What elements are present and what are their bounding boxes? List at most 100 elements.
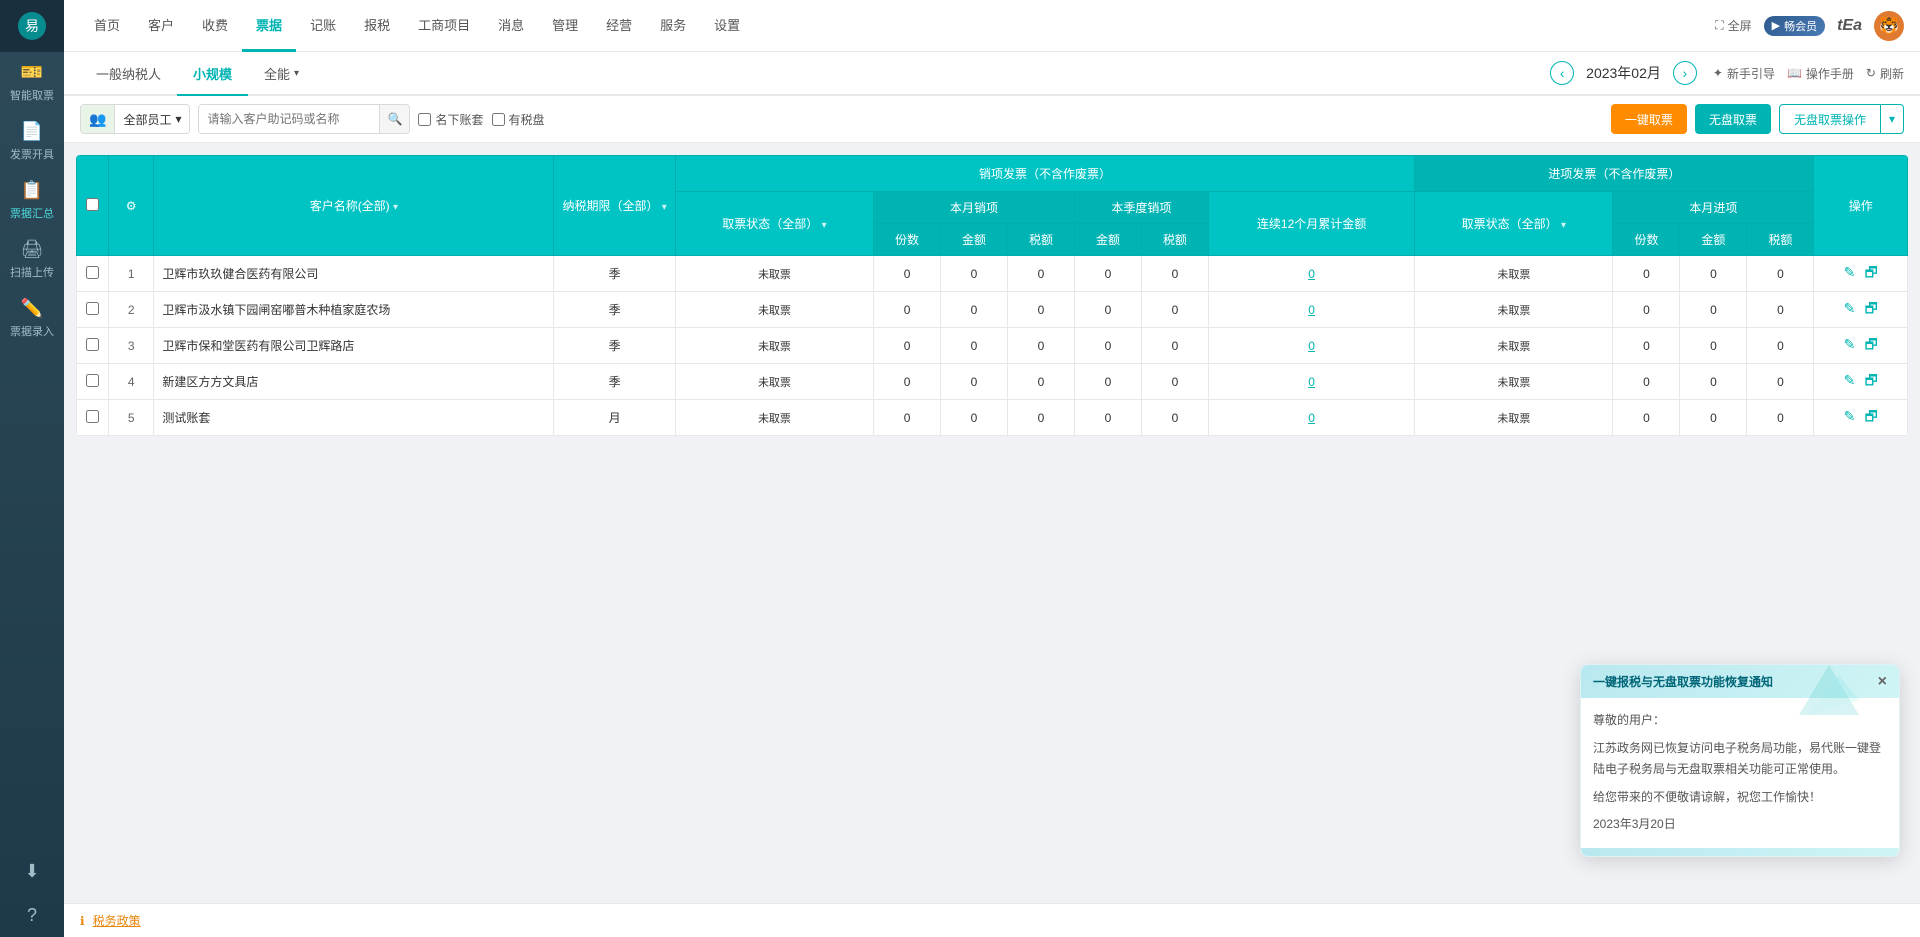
sidebar-item-scan-upload[interactable]: 🖨 扫描上传 bbox=[0, 229, 64, 288]
nav-tax[interactable]: 报税 bbox=[350, 0, 404, 52]
sidebar-item-label: 扫描上传 bbox=[10, 264, 54, 280]
nav-message[interactable]: 消息 bbox=[484, 0, 538, 52]
nav-operation[interactable]: 经营 bbox=[592, 0, 646, 52]
chevron-down-icon: ▾ bbox=[294, 68, 299, 79]
sidebar-download-icon[interactable]: ⬇ bbox=[0, 849, 64, 893]
row-checkbox-cell bbox=[77, 292, 109, 328]
edit-icon[interactable]: ✎ bbox=[1841, 300, 1859, 316]
table-header-settings: ⚙ bbox=[109, 156, 154, 256]
no-disk-operation-dropdown[interactable]: ▾ bbox=[1881, 104, 1904, 134]
nav-customer[interactable]: 客户 bbox=[134, 0, 188, 52]
notification-popup: 一键报税与无盘取票功能恢复通知 × 尊敬的用户： 江苏政务网已恢复访问电子税务局… bbox=[1580, 664, 1900, 857]
under-account-checkbox-input[interactable] bbox=[418, 113, 431, 126]
edit-icon[interactable]: ✎ bbox=[1841, 408, 1859, 424]
row-num: 5 bbox=[109, 400, 154, 436]
filter-icon[interactable]: ▾ bbox=[393, 202, 398, 213]
row-sales-monthly-tax: 0 bbox=[1008, 400, 1075, 436]
vip-badge[interactable]: ▶ 畅会员 bbox=[1764, 16, 1825, 36]
prev-month-button[interactable]: ‹ bbox=[1550, 61, 1574, 85]
filter-icon[interactable]: ▾ bbox=[822, 220, 827, 231]
client-search[interactable]: 🔍 bbox=[198, 104, 410, 134]
sidebar-item-label: 票据汇总 bbox=[10, 205, 54, 221]
row-client-name: 卫辉市保和堂医药有限公司卫辉路店 bbox=[154, 328, 554, 364]
filter-icon[interactable]: ▾ bbox=[662, 202, 667, 213]
tab-small-scale[interactable]: 小规模 bbox=[177, 52, 248, 96]
has-tax-disk-checkbox-input[interactable] bbox=[492, 113, 505, 126]
row-sales-quarterly-amount: 0 bbox=[1074, 400, 1141, 436]
row-checkbox-cell bbox=[77, 400, 109, 436]
view-icon[interactable]: 🗗 bbox=[1862, 264, 1881, 280]
row-checkbox-cell bbox=[77, 364, 109, 400]
view-icon[interactable]: 🗗 bbox=[1862, 408, 1881, 424]
issue-invoice-icon: 📄 bbox=[21, 121, 43, 142]
tab-all[interactable]: 全能 ▾ bbox=[248, 52, 315, 96]
select-all-checkbox[interactable] bbox=[86, 198, 99, 211]
row-sales-12months: 0 bbox=[1208, 292, 1414, 328]
row-checkbox[interactable] bbox=[86, 410, 99, 423]
nav-bookkeeping[interactable]: 记账 bbox=[296, 0, 350, 52]
sidebar-help-icon[interactable]: ? bbox=[0, 893, 64, 937]
table-header-12months: 连续12个月累计金额 bbox=[1208, 192, 1414, 256]
edit-icon[interactable]: ✎ bbox=[1841, 264, 1859, 280]
nav-business[interactable]: 工商项目 bbox=[404, 0, 484, 52]
row-actions: ✎ 🗗 bbox=[1814, 292, 1908, 328]
sidebar-item-issue-invoice[interactable]: 📄 发票开具 bbox=[0, 111, 64, 170]
employee-filter-dropdown[interactable]: 全部员工 ▾ bbox=[115, 105, 189, 133]
search-input[interactable] bbox=[199, 105, 379, 133]
refresh-button[interactable]: ↻ 刷新 bbox=[1866, 65, 1904, 82]
has-tax-disk-checkbox[interactable]: 有税盘 bbox=[492, 111, 545, 128]
tab-general[interactable]: 一般纳税人 bbox=[80, 52, 177, 96]
row-checkbox-cell bbox=[77, 328, 109, 364]
new-guide-button[interactable]: ✦ 新手引导 bbox=[1713, 65, 1775, 82]
sidebar-item-invoice-summary[interactable]: 📋 票据汇总 bbox=[0, 170, 64, 229]
row-purchase-status: 未取票 bbox=[1415, 328, 1613, 364]
edit-icon[interactable]: ✎ bbox=[1841, 336, 1859, 352]
user-avatar[interactable]: 🐯 bbox=[1874, 11, 1904, 41]
row-sales-quarterly-tax: 0 bbox=[1141, 328, 1208, 364]
view-icon[interactable]: 🗗 bbox=[1862, 300, 1881, 316]
table-header-pm-tax: 税额 bbox=[1747, 224, 1814, 256]
nav-settings[interactable]: 设置 bbox=[700, 0, 754, 52]
row-checkbox[interactable] bbox=[86, 302, 99, 315]
notification-close-button[interactable]: × bbox=[1878, 674, 1887, 690]
row-sales-12months: 0 bbox=[1208, 256, 1414, 292]
sidebar-item-invoice-entry[interactable]: ✏️ 票据录入 bbox=[0, 288, 64, 347]
sidebar-item-smart-fetch[interactable]: 🎫 智能取票 bbox=[0, 52, 64, 111]
nav-invoice[interactable]: 票据 bbox=[242, 0, 296, 52]
row-purchase-monthly-tax: 0 bbox=[1747, 292, 1814, 328]
view-icon[interactable]: 🗗 bbox=[1862, 372, 1881, 388]
fullscreen-toggle[interactable]: ⛶ 全屏 bbox=[1715, 17, 1751, 34]
table-header-pm-count: 份数 bbox=[1613, 224, 1680, 256]
employee-filter[interactable]: 👥 全部员工 ▾ bbox=[80, 104, 190, 134]
current-month-label: 2023年02月 bbox=[1586, 63, 1661, 83]
notification-title: 一键报税与无盘取票功能恢复通知 bbox=[1593, 673, 1773, 690]
row-checkbox[interactable] bbox=[86, 374, 99, 387]
table-header-sq-amount: 金额 bbox=[1074, 224, 1141, 256]
nav-collection[interactable]: 收费 bbox=[188, 0, 242, 52]
tax-policy-link[interactable]: 税务政策 bbox=[93, 912, 141, 929]
view-icon[interactable]: 🗗 bbox=[1862, 336, 1881, 352]
row-sales-quarterly-tax: 0 bbox=[1141, 292, 1208, 328]
next-month-button[interactable]: › bbox=[1673, 61, 1697, 85]
row-purchase-status: 未取票 bbox=[1415, 400, 1613, 436]
row-client-name: 卫辉市玖玖健合医药有限公司 bbox=[154, 256, 554, 292]
row-checkbox[interactable] bbox=[86, 266, 99, 279]
manual-button[interactable]: 📖 操作手册 bbox=[1787, 65, 1854, 82]
search-button[interactable]: 🔍 bbox=[379, 105, 409, 133]
no-disk-operation-button[interactable]: 无盘取票操作 bbox=[1779, 104, 1881, 134]
notification-content: 江苏政务网已恢复访问电子税务局功能，易代账一键登陆电子税务局与无盘取票相关功能可… bbox=[1593, 738, 1887, 781]
filter-icon[interactable]: ▾ bbox=[1561, 220, 1566, 231]
no-disk-more-group: 无盘取票操作 ▾ bbox=[1779, 104, 1904, 134]
table-row: 4 新建区方方文具店 季 未取票 0 0 0 0 0 0 未取票 0 0 0 ✎… bbox=[77, 364, 1908, 400]
row-num: 4 bbox=[109, 364, 154, 400]
nav-service[interactable]: 服务 bbox=[646, 0, 700, 52]
edit-icon[interactable]: ✎ bbox=[1841, 372, 1859, 388]
no-disk-fetch-button[interactable]: 无盘取票 bbox=[1695, 104, 1771, 134]
row-sales-monthly-amount: 0 bbox=[941, 364, 1008, 400]
nav-management[interactable]: 管理 bbox=[538, 0, 592, 52]
row-purchase-monthly-tax: 0 bbox=[1747, 256, 1814, 292]
under-account-checkbox[interactable]: 名下账套 bbox=[418, 111, 483, 128]
one-click-fetch-button[interactable]: 一键取票 bbox=[1611, 104, 1687, 134]
row-checkbox[interactable] bbox=[86, 338, 99, 351]
nav-home[interactable]: 首页 bbox=[80, 0, 134, 52]
